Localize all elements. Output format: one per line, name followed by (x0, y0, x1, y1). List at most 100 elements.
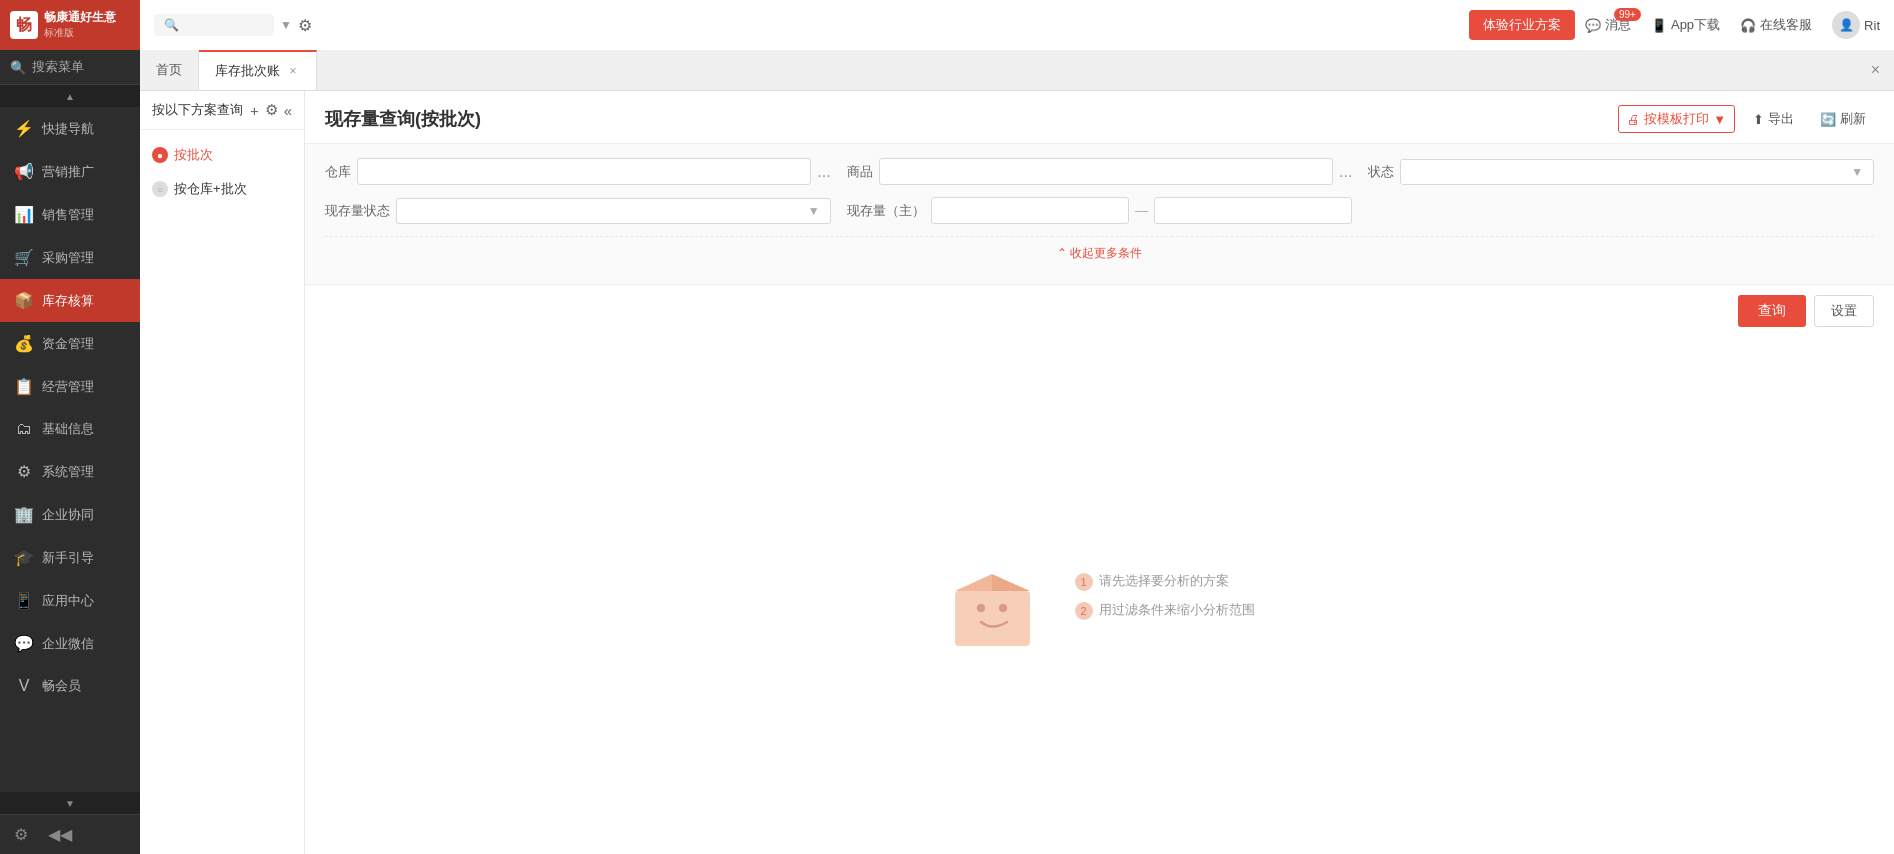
left-panel-header: 按以下方案查询 + ⚙ « (140, 91, 304, 130)
scheme-item-batch[interactable]: ● 按批次 (140, 138, 304, 172)
filter-row-1: 仓库 ... 商品 ... 状态 ▼ (325, 158, 1874, 185)
sidebar-item-inventory[interactable]: 📦 库存核算 (0, 279, 140, 322)
topbar-dropdown-btn[interactable]: ▼ (280, 18, 292, 32)
sidebar-item-system[interactable]: ⚙ 系统管理 (0, 450, 140, 493)
scheme-item-warehouse-batch[interactable]: ○ 按仓库+批次 (140, 172, 304, 206)
stock-qty-dash: — (1135, 203, 1148, 218)
query-button[interactable]: 查询 (1738, 295, 1806, 327)
svg-rect-0 (955, 591, 1030, 646)
hint-label-2: 用过滤条件来缩小分析范围 (1099, 601, 1255, 619)
empty-illustration (945, 546, 1045, 656)
collapse-chevron-icon: ⌃ (1057, 246, 1067, 260)
product-dots-btn[interactable]: ... (1339, 163, 1352, 181)
product-label: 商品 (847, 163, 873, 181)
warehouse-dots-btn[interactable]: ... (817, 163, 830, 181)
user-label: Rit (1864, 18, 1880, 33)
add-scheme-btn[interactable]: + (250, 102, 259, 119)
shortcut-icon: ⚡ (14, 119, 34, 138)
apps-icon: 📱 (14, 591, 34, 610)
svg-point-4 (999, 604, 1007, 612)
filter-area: 仓库 ... 商品 ... 状态 ▼ (305, 144, 1894, 285)
status-select[interactable]: ▼ (1400, 159, 1874, 185)
sidebar-scroll-down[interactable]: ▼ (0, 792, 140, 814)
sidebar-item-purchase[interactable]: 🛒 采购管理 (0, 236, 140, 279)
export-icon: ⬆ (1753, 112, 1764, 127)
sidebar-item-marketing[interactable]: 📢 营销推广 (0, 150, 140, 193)
sidebar-item-label: 库存核算 (42, 292, 94, 310)
tab-home[interactable]: 首页 (140, 51, 199, 89)
sidebar-item-shortcut[interactable]: ⚡ 快捷导航 (0, 107, 140, 150)
app-download-btn[interactable]: 📱 App下载 (1651, 16, 1720, 34)
online-support-btn[interactable]: 🎧 在线客服 (1740, 16, 1812, 34)
collapse-filter-btn[interactable]: ⌃ 收起更多条件 (325, 236, 1874, 270)
sidebar-item-label: 企业微信 (42, 635, 94, 653)
content-area: 按以下方案查询 + ⚙ « ● 按批次 ○ 按仓库+批次 (140, 91, 1894, 854)
sidebar-item-enterprise[interactable]: 🏢 企业协同 (0, 493, 140, 536)
sidebar-header: 畅 畅康通好生意 标准版 (0, 0, 140, 50)
app-title-block: 畅康通好生意 标准版 (44, 10, 116, 40)
app-download-label: App下载 (1671, 16, 1720, 34)
left-panel-title: 按以下方案查询 (152, 101, 243, 119)
marketing-icon: 📢 (14, 162, 34, 181)
sidebar-search[interactable]: 🔍 搜索菜单 (0, 50, 140, 85)
sidebar-scroll-up[interactable]: ▲ (0, 85, 140, 107)
sidebar-item-finance[interactable]: 💰 资金管理 (0, 322, 140, 365)
sidebar-item-label: 销售管理 (42, 206, 94, 224)
filter-stock-qty: 现存量（主） — (847, 197, 1353, 224)
tab-close-btn[interactable]: × (286, 64, 300, 78)
sidebar-item-label: 基础信息 (42, 420, 94, 438)
sidebar-item-sales[interactable]: 📊 销售管理 (0, 193, 140, 236)
stock-status-select[interactable]: ▼ (396, 198, 831, 224)
left-panel: 按以下方案查询 + ⚙ « ● 按批次 ○ 按仓库+批次 (140, 91, 305, 854)
scheme-settings-btn[interactable]: ⚙ (265, 101, 278, 119)
product-input[interactable] (879, 158, 1333, 185)
trial-button[interactable]: 体验行业方案 (1469, 10, 1575, 40)
enterprise-icon: 🏢 (14, 505, 34, 524)
filter-status: 状态 ▼ (1368, 159, 1874, 185)
warehouse-input[interactable] (357, 158, 811, 185)
footer-collapse-icon[interactable]: ◀◀ (48, 825, 72, 844)
scheme-item-label: 按仓库+批次 (174, 180, 247, 198)
footer-settings-icon[interactable]: ⚙ (14, 825, 28, 844)
basic-icon: 🗂 (14, 420, 34, 438)
template-print-btn[interactable]: 🖨 按模板打印 ▼ (1618, 105, 1735, 133)
filter-product: 商品 ... (847, 158, 1353, 185)
filter-row-2: 现存量状态 ▼ 现存量（主） — (325, 197, 1874, 224)
sidebar-item-basic[interactable]: 🗂 基础信息 (0, 408, 140, 450)
user-avatar-btn[interactable]: 👤 Rit (1832, 11, 1880, 39)
svg-marker-1 (955, 574, 992, 591)
collapse-label: 收起更多条件 (1070, 246, 1142, 260)
scheme-item-label: 按批次 (174, 146, 213, 164)
stock-qty-min-input[interactable] (931, 197, 1129, 224)
sidebar-item-label: 应用中心 (42, 592, 94, 610)
tab-inventory-batch[interactable]: 库存批次账 × (199, 50, 317, 90)
sidebar-item-wechat[interactable]: 💬 企业微信 (0, 622, 140, 665)
topbar-search-box[interactable]: 🔍 (154, 14, 274, 36)
topbar-gear-icon[interactable]: ⚙ (298, 16, 312, 35)
action-bar: 查询 设置 (305, 285, 1894, 337)
sidebar-item-label: 资金管理 (42, 335, 94, 353)
hint-num-1: 1 (1075, 573, 1093, 591)
sidebar-item-apps[interactable]: 📱 应用中心 (0, 579, 140, 622)
avatar: 👤 (1832, 11, 1860, 39)
stock-qty-max-input[interactable] (1154, 197, 1352, 224)
empty-hint-2: 2 用过滤条件来缩小分析范围 (1075, 601, 1255, 620)
stock-status-label: 现存量状态 (325, 202, 390, 220)
tabs-panel-close-btn[interactable]: × (1871, 61, 1880, 79)
message-icon: 💬 (1585, 18, 1601, 33)
purchase-icon: 🛒 (14, 248, 34, 267)
sidebar-item-newbie[interactable]: 🎓 新手引导 (0, 536, 140, 579)
hint-num-2: 2 (1075, 602, 1093, 620)
refresh-label: 刷新 (1840, 110, 1866, 128)
sidebar-item-operations[interactable]: 📋 经营管理 (0, 365, 140, 408)
refresh-btn[interactable]: 🔄 刷新 (1812, 106, 1874, 132)
messages-btn[interactable]: 💬 消息 99+ (1585, 16, 1631, 34)
settings-button[interactable]: 设置 (1814, 295, 1874, 327)
sidebar-item-member[interactable]: V 畅会员 (0, 665, 140, 707)
sidebar-item-label: 企业协同 (42, 506, 94, 524)
warehouse-label: 仓库 (325, 163, 351, 181)
empty-state: 1 请先选择要分析的方案 2 用过滤条件来缩小分析范围 (305, 337, 1894, 854)
scheme-collapse-btn[interactable]: « (284, 102, 292, 119)
export-btn[interactable]: ⬆ 导出 (1745, 106, 1802, 132)
scheme-list: ● 按批次 ○ 按仓库+批次 (140, 130, 304, 214)
